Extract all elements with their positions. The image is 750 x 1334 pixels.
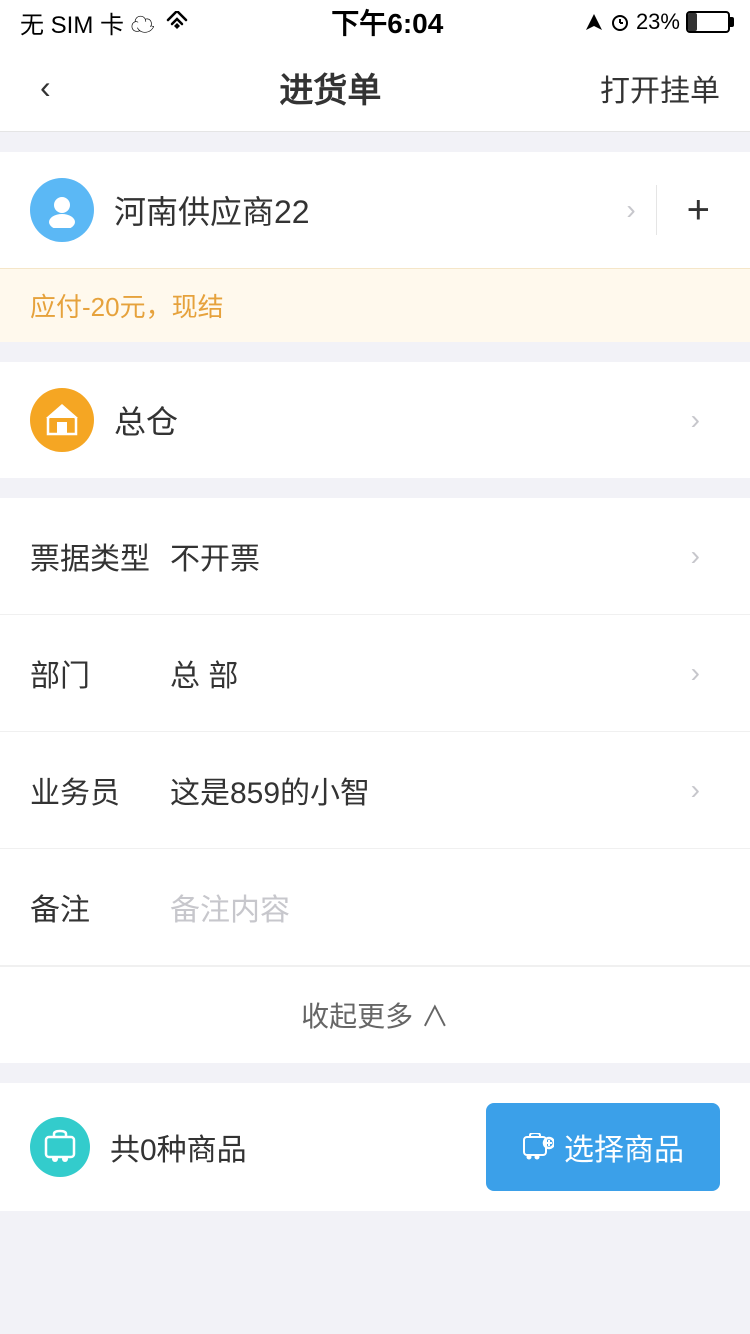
salesperson-row[interactable]: 业务员 这是859的小智 › [0, 732, 750, 849]
salesperson-chevron-icon: › [691, 774, 700, 806]
remark-input[interactable]: 备注内容 [160, 885, 720, 929]
form-section: 票据类型 不开票 › 部门 总 部 › 业务员 这是859的小智 › 备注 备注… [0, 498, 750, 1063]
page-title: 进货单 [279, 63, 381, 112]
invoice-label: 票据类型 [30, 534, 160, 578]
person-icon [44, 192, 80, 228]
content-area: 河南供应商22 › + 应付-20元，现结 总仓 › 票据类型 不开票 › [0, 152, 750, 1211]
salesperson-value: 这是859的小智 [160, 768, 691, 812]
warehouse-chevron-icon: › [691, 404, 700, 436]
alarm-icon [610, 12, 630, 32]
cart-icon [42, 1129, 78, 1165]
supplier-avatar [30, 178, 94, 242]
warehouse-row[interactable]: 总仓 › [0, 362, 750, 478]
wifi-icon [163, 11, 191, 33]
notice-bar: 应付-20元，现结 [0, 268, 750, 342]
location-icon [584, 12, 604, 32]
product-icon [30, 1117, 90, 1177]
invoice-value: 不开票 [160, 534, 691, 578]
product-bar: 共0种商品 选择商品 [0, 1083, 750, 1211]
add-supplier-button[interactable]: + [677, 188, 720, 233]
warehouse-section: 总仓 › [0, 362, 750, 478]
status-left: 无 SIM 卡 ☁ [20, 5, 191, 40]
department-row[interactable]: 部门 总 部 › [0, 615, 750, 732]
status-time: 下午6:04 [331, 2, 443, 42]
select-product-button[interactable]: 选择商品 [486, 1103, 720, 1191]
divider [656, 185, 657, 235]
battery-percent: 23% [636, 9, 680, 35]
department-label: 部门 [30, 651, 160, 695]
product-count: 共0种商品 [110, 1125, 486, 1169]
invoice-chevron-icon: › [691, 540, 700, 572]
back-button[interactable]: ‹ [30, 59, 61, 116]
nav-bar: ‹ 进货单 打开挂单 [0, 44, 750, 132]
battery-icon [686, 11, 730, 33]
status-bar: 无 SIM 卡 ☁ 下午6:04 23% [0, 0, 750, 44]
salesperson-label: 业务员 [30, 768, 160, 812]
supplier-row[interactable]: 河南供应商22 › + [0, 152, 750, 268]
select-product-icon [522, 1133, 554, 1161]
select-product-label: 选择商品 [564, 1125, 684, 1169]
warehouse-icon [30, 388, 94, 452]
house-icon [44, 402, 80, 438]
remark-label: 备注 [30, 885, 160, 929]
sim-label: 无 SIM 卡 ☁ [20, 5, 155, 40]
invoice-row[interactable]: 票据类型 不开票 › [0, 498, 750, 615]
open-pending-button[interactable]: 打开挂单 [600, 66, 720, 110]
supplier-chevron-icon: › [626, 194, 635, 226]
supplier-section: 河南供应商22 › + 应付-20元，现结 [0, 152, 750, 342]
status-right: 23% [584, 9, 730, 35]
department-value: 总 部 [160, 651, 691, 695]
supplier-name: 河南供应商22 [114, 187, 626, 233]
warehouse-name: 总仓 [114, 397, 691, 443]
collapse-toggle[interactable]: 收起更多 ∧ [0, 966, 750, 1063]
department-chevron-icon: › [691, 657, 700, 689]
remark-row[interactable]: 备注 备注内容 [0, 849, 750, 966]
